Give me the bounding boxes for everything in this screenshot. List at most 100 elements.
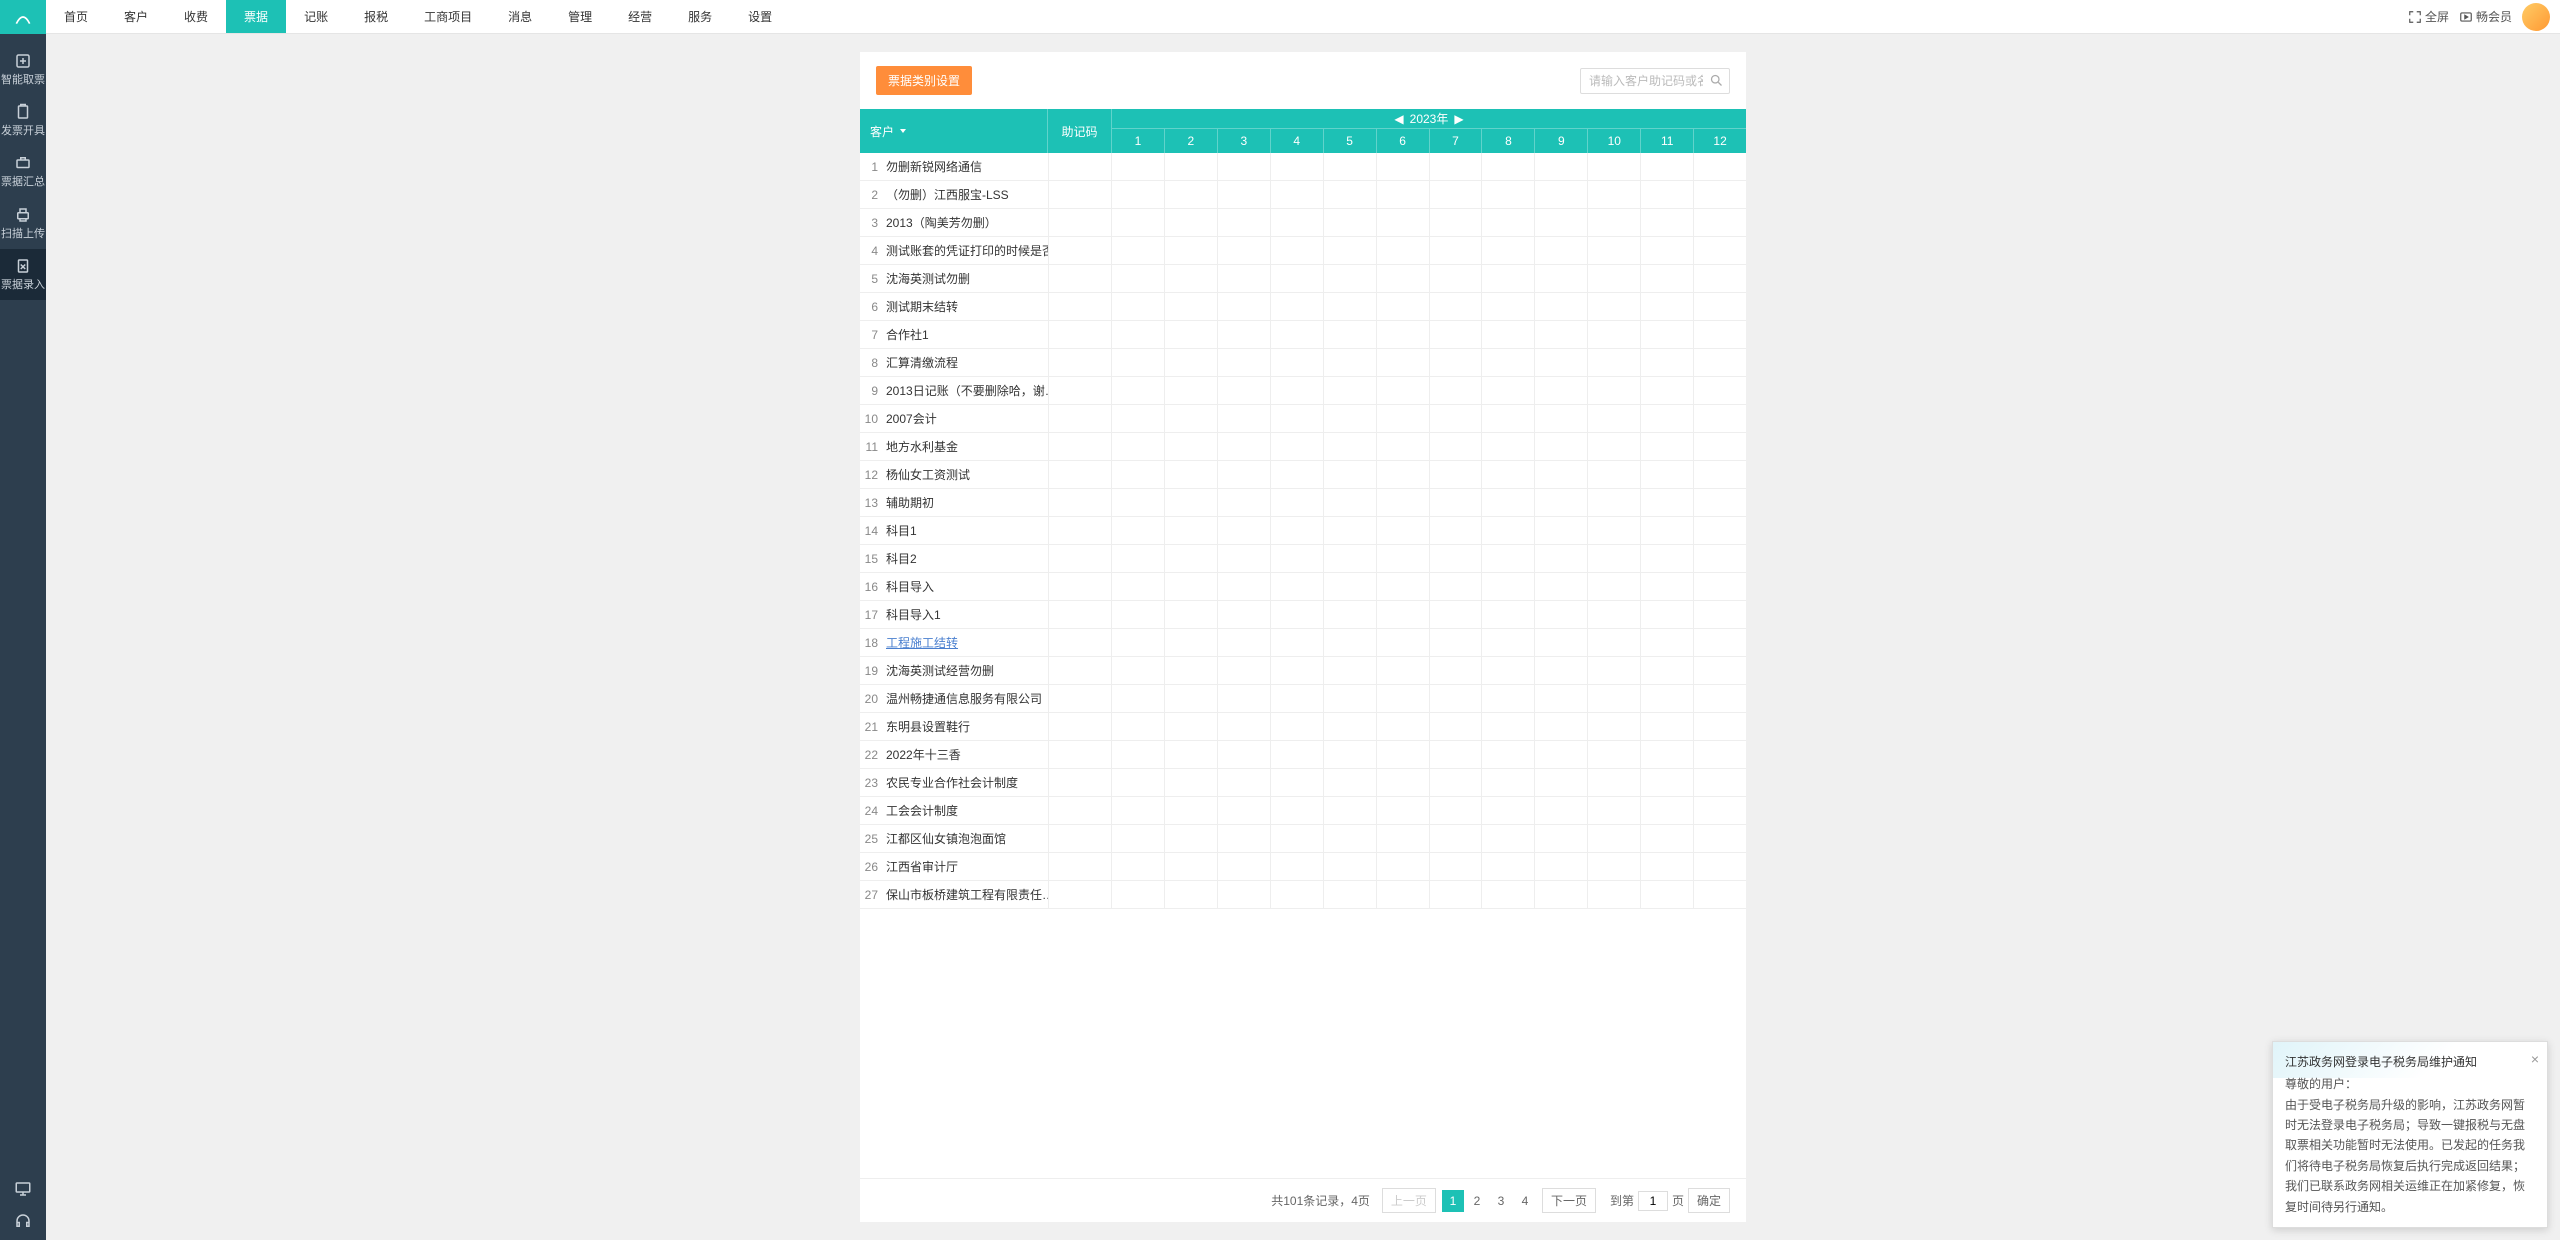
row-month-cell[interactable]	[1482, 853, 1535, 880]
row-month-cell[interactable]	[1535, 629, 1588, 656]
row-month-cell[interactable]	[1588, 433, 1641, 460]
row-month-cell[interactable]	[1112, 237, 1165, 264]
row-month-cell[interactable]	[1588, 629, 1641, 656]
row-month-cell[interactable]	[1271, 825, 1324, 852]
row-month-cell[interactable]	[1165, 405, 1218, 432]
row-month-cell[interactable]	[1165, 433, 1218, 460]
row-month-cell[interactable]	[1588, 489, 1641, 516]
row-month-cell[interactable]	[1694, 209, 1746, 236]
row-month-cell[interactable]	[1535, 601, 1588, 628]
row-month-cell[interactable]	[1694, 825, 1746, 852]
row-month-cell[interactable]	[1218, 489, 1271, 516]
row-month-cell[interactable]	[1588, 853, 1641, 880]
row-month-cell[interactable]	[1165, 293, 1218, 320]
table-row[interactable]: 6测试期末结转	[860, 293, 1746, 321]
row-month-cell[interactable]	[1165, 629, 1218, 656]
table-row[interactable]: 24工会会计制度	[860, 797, 1746, 825]
row-month-cell[interactable]	[1641, 489, 1694, 516]
row-month-cell[interactable]	[1641, 265, 1694, 292]
row-month-cell[interactable]	[1535, 853, 1588, 880]
row-month-cell[interactable]	[1377, 741, 1430, 768]
table-row[interactable]: 11地方水利基金	[860, 433, 1746, 461]
row-month-cell[interactable]	[1430, 573, 1483, 600]
row-month-cell[interactable]	[1377, 881, 1430, 908]
nav-服务[interactable]: 服务	[670, 0, 730, 33]
row-month-cell[interactable]	[1165, 209, 1218, 236]
row-month-cell[interactable]	[1430, 181, 1483, 208]
row-month-cell[interactable]	[1641, 153, 1694, 180]
table-row[interactable]: 1勿删新锐网络通信	[860, 153, 1746, 181]
table-row[interactable]: 15科目2	[860, 545, 1746, 573]
row-month-cell[interactable]	[1271, 657, 1324, 684]
row-month-cell[interactable]	[1271, 629, 1324, 656]
row-month-cell[interactable]	[1535, 517, 1588, 544]
row-month-cell[interactable]	[1324, 293, 1377, 320]
row-month-cell[interactable]	[1588, 657, 1641, 684]
row-month-cell[interactable]	[1165, 601, 1218, 628]
row-month-cell[interactable]	[1641, 825, 1694, 852]
row-month-cell[interactable]	[1430, 265, 1483, 292]
headset-icon[interactable]	[14, 1212, 32, 1230]
row-month-cell[interactable]	[1694, 461, 1746, 488]
prev-year-button[interactable]: ◀	[1394, 112, 1403, 126]
row-month-cell[interactable]	[1588, 769, 1641, 796]
row-month-cell[interactable]	[1430, 321, 1483, 348]
row-month-cell[interactable]	[1324, 629, 1377, 656]
row-month-cell[interactable]	[1112, 349, 1165, 376]
table-row[interactable]: 19沈海英测试经营勿删	[860, 657, 1746, 685]
row-month-cell[interactable]	[1377, 349, 1430, 376]
row-month-cell[interactable]	[1165, 265, 1218, 292]
row-month-cell[interactable]	[1377, 489, 1430, 516]
row-month-cell[interactable]	[1535, 321, 1588, 348]
row-month-cell[interactable]	[1430, 853, 1483, 880]
row-month-cell[interactable]	[1588, 405, 1641, 432]
row-month-cell[interactable]	[1218, 853, 1271, 880]
row-month-cell[interactable]	[1588, 713, 1641, 740]
row-month-cell[interactable]	[1165, 881, 1218, 908]
row-month-cell[interactable]	[1535, 657, 1588, 684]
row-month-cell[interactable]	[1641, 853, 1694, 880]
row-month-cell[interactable]	[1218, 209, 1271, 236]
row-month-cell[interactable]	[1694, 489, 1746, 516]
row-month-cell[interactable]	[1324, 545, 1377, 572]
row-month-cell[interactable]	[1218, 685, 1271, 712]
row-month-cell[interactable]	[1218, 881, 1271, 908]
row-month-cell[interactable]	[1694, 545, 1746, 572]
table-row[interactable]: 92013日记账（不要删除哈，谢…	[860, 377, 1746, 405]
row-month-cell[interactable]	[1218, 181, 1271, 208]
row-month-cell[interactable]	[1641, 461, 1694, 488]
nav-报税[interactable]: 报税	[346, 0, 406, 33]
row-month-cell[interactable]	[1482, 741, 1535, 768]
row-month-cell[interactable]	[1694, 797, 1746, 824]
row-month-cell[interactable]	[1588, 349, 1641, 376]
fullscreen-button[interactable]: 全屏	[2408, 8, 2449, 25]
row-month-cell[interactable]	[1112, 293, 1165, 320]
row-month-cell[interactable]	[1430, 741, 1483, 768]
row-month-cell[interactable]	[1535, 377, 1588, 404]
row-month-cell[interactable]	[1165, 321, 1218, 348]
row-month-cell[interactable]	[1482, 489, 1535, 516]
row-month-cell[interactable]	[1430, 405, 1483, 432]
row-month-cell[interactable]	[1271, 461, 1324, 488]
row-month-cell[interactable]	[1588, 573, 1641, 600]
row-month-cell[interactable]	[1588, 685, 1641, 712]
member-button[interactable]: 畅会员	[2459, 8, 2512, 25]
row-month-cell[interactable]	[1324, 349, 1377, 376]
row-month-cell[interactable]	[1430, 517, 1483, 544]
sidebar-item-发票开具[interactable]: 发票开具	[0, 95, 46, 146]
row-month-cell[interactable]	[1271, 545, 1324, 572]
row-month-cell[interactable]	[1377, 461, 1430, 488]
row-month-cell[interactable]	[1271, 321, 1324, 348]
row-month-cell[interactable]	[1218, 349, 1271, 376]
row-month-cell[interactable]	[1641, 545, 1694, 572]
row-month-cell[interactable]	[1430, 433, 1483, 460]
row-month-cell[interactable]	[1430, 657, 1483, 684]
row-month-cell[interactable]	[1535, 881, 1588, 908]
table-row[interactable]: 5沈海英测试勿删	[860, 265, 1746, 293]
row-month-cell[interactable]	[1218, 321, 1271, 348]
row-month-cell[interactable]	[1218, 461, 1271, 488]
nav-收费[interactable]: 收费	[166, 0, 226, 33]
row-month-cell[interactable]	[1588, 181, 1641, 208]
row-month-cell[interactable]	[1377, 853, 1430, 880]
row-month-cell[interactable]	[1112, 573, 1165, 600]
